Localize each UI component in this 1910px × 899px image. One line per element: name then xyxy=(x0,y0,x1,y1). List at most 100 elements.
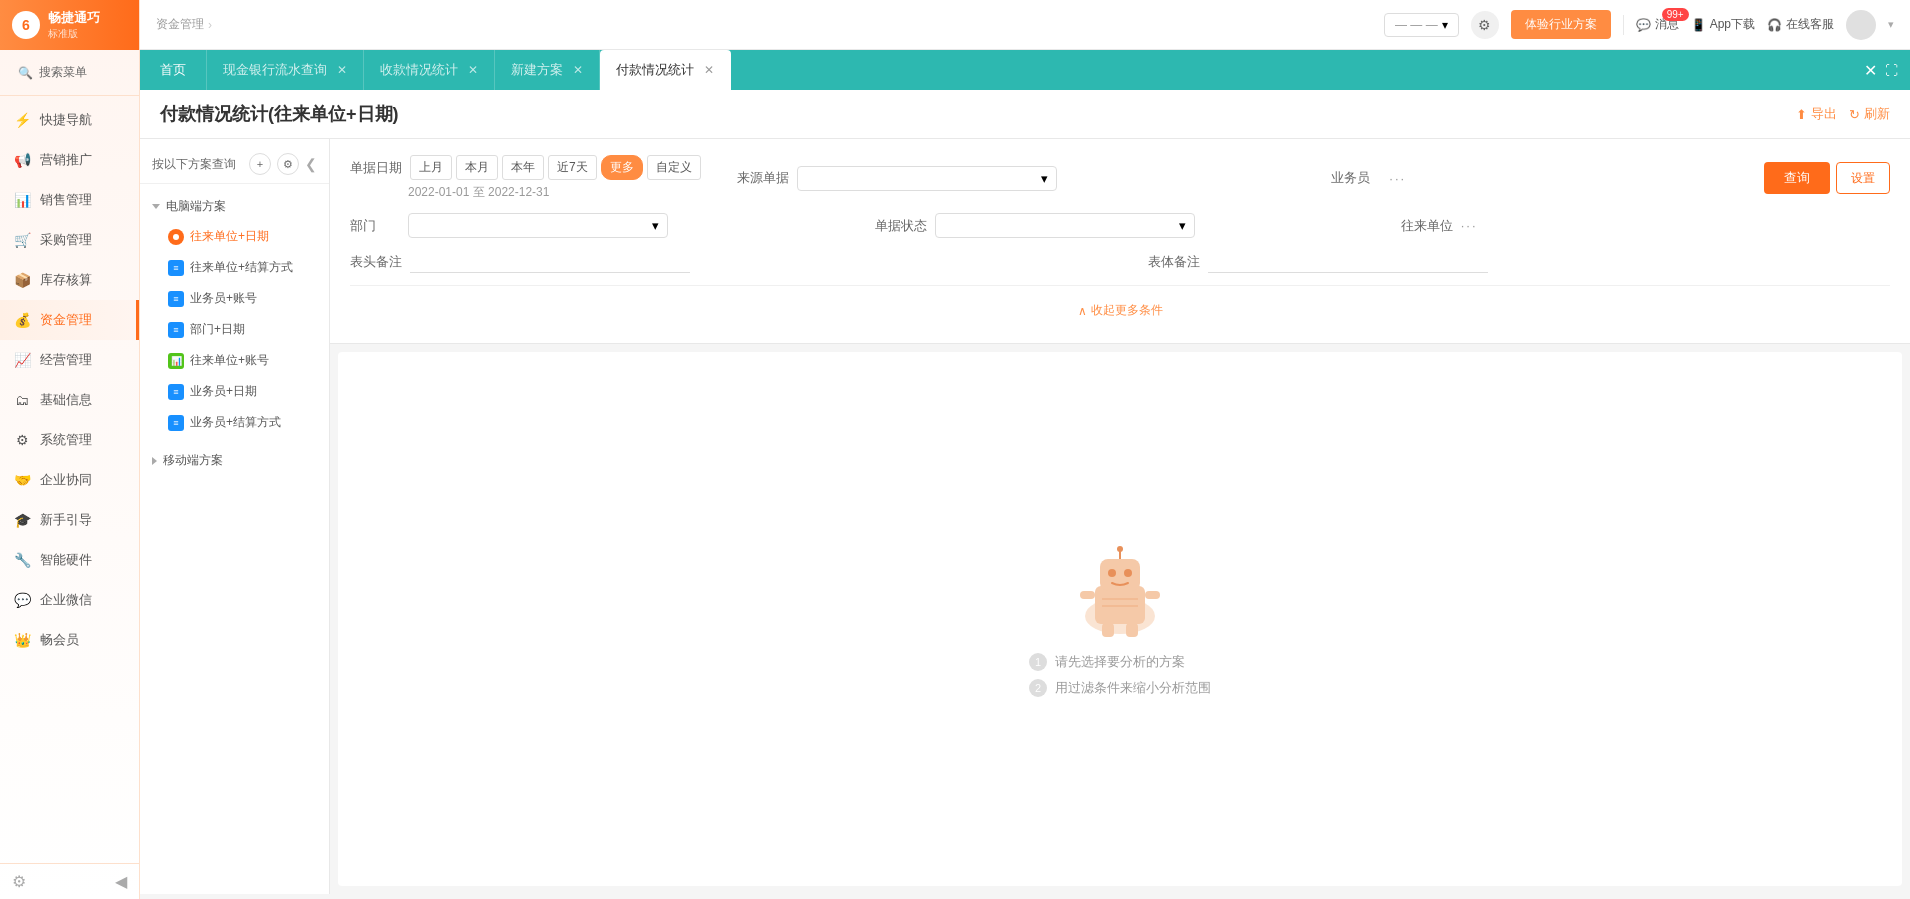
online-service-btn[interactable]: 🎧 在线客服 xyxy=(1767,16,1834,33)
scheme-item-partner-settlement[interactable]: ≡ 往来单位+结算方式 xyxy=(140,252,329,283)
left-panel: 按以下方案查询 + ⚙ ❮ xyxy=(140,139,330,894)
header-note-input[interactable] xyxy=(410,250,690,273)
user-avatar[interactable] xyxy=(1846,10,1876,40)
sidebar-item-label: 快捷导航 xyxy=(40,111,92,129)
tab-payment-stats[interactable]: 付款情况统计 ✕ xyxy=(600,50,731,90)
tab-payment-stats-close[interactable]: ✕ xyxy=(704,63,714,77)
dropdown-button[interactable]: — — — ▾ xyxy=(1384,13,1459,37)
query-button[interactable]: 查询 xyxy=(1764,162,1830,194)
source-select-arrow: ▾ xyxy=(1041,171,1048,186)
sidebar-item-guide[interactable]: 🎓 新手引导 xyxy=(0,500,139,540)
date-btn-7days[interactable]: 近7天 xyxy=(548,155,597,180)
window-close-btn[interactable]: ✕ xyxy=(1864,61,1877,80)
user-dropdown-icon[interactable]: ▾ xyxy=(1888,18,1894,31)
app-download-label: App下载 xyxy=(1710,16,1755,33)
tab-home[interactable]: 首页 xyxy=(140,50,207,90)
svg-rect-10 xyxy=(1126,623,1138,637)
filter-staff-col: 业务员 ··· 查询 设置 xyxy=(1331,162,1890,194)
tab-receivable-close[interactable]: ✕ xyxy=(468,63,478,77)
refresh-btn[interactable]: ↻ 刷新 xyxy=(1849,105,1890,123)
tab-new-scheme[interactable]: 新建方案 ✕ xyxy=(495,50,600,90)
scheme-item-staff-date[interactable]: ≡ 业务员+日期 xyxy=(140,376,329,407)
scheme-item-dept-date[interactable]: ≡ 部门+日期 xyxy=(140,314,329,345)
panel-toolbar-label: 按以下方案查询 xyxy=(152,156,236,173)
collapse-conditions-btn[interactable]: ∧ 收起更多条件 xyxy=(1070,294,1171,327)
svg-point-3 xyxy=(1108,569,1116,577)
date-btn-custom[interactable]: 自定义 xyxy=(647,155,701,180)
filter-dept-col: 部门 ▾ xyxy=(350,213,839,238)
experience-btn[interactable]: 体验行业方案 xyxy=(1511,10,1611,39)
app-download-btn[interactable]: 📱 App下载 xyxy=(1691,16,1755,33)
messages-btn[interactable]: 💬 消息 99+ xyxy=(1636,16,1679,33)
source-select[interactable]: ▾ xyxy=(797,166,1057,191)
sidebar-item-quick-nav[interactable]: ⚡ 快捷导航 xyxy=(0,100,139,140)
date-btn-more[interactable]: 更多 xyxy=(601,155,643,180)
sidebar-item-inventory[interactable]: 📦 库存核算 xyxy=(0,260,139,300)
main-content: 资金管理 › — — — ▾ ⚙ 体验行业方案 💬 消息 99+ 📱 App下载… xyxy=(140,0,1910,899)
sidebar-subtitle: 标准版 xyxy=(48,27,100,41)
sidebar-item-finance[interactable]: 💰 资金管理 xyxy=(0,300,139,340)
partner-more-btn[interactable]: ··· xyxy=(1461,218,1478,233)
scheme-item-staff-account[interactable]: ≡ 业务员+账号 xyxy=(140,283,329,314)
desktop-schemes: 电脑端方案 往来单位+日期 ≡ 往来单位+结算方式 ≡ 业务员+账号 xyxy=(140,188,329,442)
collapse-sidebar-icon[interactable]: ◀ xyxy=(115,872,127,891)
panel-toolbar: 按以下方案查询 + ⚙ ❮ xyxy=(140,149,329,184)
export-btn[interactable]: ⬆ 导出 xyxy=(1796,105,1837,123)
search-menu-item[interactable]: 🔍 搜索菜单 xyxy=(10,58,129,87)
dept-select[interactable]: ▾ xyxy=(408,213,668,238)
tip-num-1: 1 xyxy=(1029,653,1047,671)
sidebar-item-label: 资金管理 xyxy=(40,311,92,329)
sidebar-item-marketing[interactable]: 📢 营销推广 xyxy=(0,140,139,180)
panel-add-btn[interactable]: + xyxy=(249,153,271,175)
quick-nav-icon: ⚡ xyxy=(12,110,32,130)
date-btn-last-month[interactable]: 上月 xyxy=(410,155,452,180)
date-btn-this-month[interactable]: 本月 xyxy=(456,155,498,180)
refresh-label: 刷新 xyxy=(1864,105,1890,123)
panel-toolbar-icons: + ⚙ ❮ xyxy=(249,153,317,175)
scheme-item-staff-settlement[interactable]: ≡ 业务员+结算方式 xyxy=(140,407,329,438)
tab-cash-flow[interactable]: 现金银行流水查询 ✕ xyxy=(207,50,364,90)
scheme-item-partner-account[interactable]: 📊 往来单位+账号 xyxy=(140,345,329,376)
tab-receivable[interactable]: 收款情况统计 ✕ xyxy=(364,50,495,90)
setting-button[interactable]: 设置 xyxy=(1836,162,1890,194)
scheme-item-partner-date[interactable]: 往来单位+日期 xyxy=(140,221,329,252)
sidebar-item-label: 企业协同 xyxy=(40,471,92,489)
sidebar-item-basic-info[interactable]: 🗂 基础信息 xyxy=(0,380,139,420)
staff-more-btn[interactable]: ··· xyxy=(1389,171,1406,186)
settings-gear-icon[interactable]: ⚙ xyxy=(1471,11,1499,39)
panel-settings-btn[interactable]: ⚙ xyxy=(277,153,299,175)
settings-footer-icon[interactable]: ⚙ xyxy=(12,872,26,891)
body-note-input[interactable] xyxy=(1208,250,1488,273)
content-body: 按以下方案查询 + ⚙ ❮ xyxy=(140,139,1910,894)
sidebar-item-label: 新手引导 xyxy=(40,511,92,529)
window-expand-btn[interactable]: ⛶ xyxy=(1885,63,1898,78)
status-select[interactable]: ▾ xyxy=(935,213,1195,238)
filter-source-col: 来源单据 ▾ xyxy=(737,166,1296,191)
scheme-item-label: 业务员+账号 xyxy=(190,290,257,307)
sidebar-item-hardware[interactable]: 🔧 智能硬件 xyxy=(0,540,139,580)
page-header: 付款情况统计(往来单位+日期) ⬆ 导出 ↻ 刷新 xyxy=(140,90,1910,139)
panel-collapse-btn[interactable]: ❮ xyxy=(305,156,317,172)
hardware-icon: 🔧 xyxy=(12,550,32,570)
sidebar-item-system[interactable]: ⚙ 系统管理 xyxy=(0,420,139,460)
sidebar-item-sales[interactable]: 📊 销售管理 xyxy=(0,180,139,220)
sidebar-item-member[interactable]: 👑 畅会员 xyxy=(0,620,139,660)
sidebar-item-enterprise[interactable]: 🤝 企业协同 xyxy=(0,460,139,500)
topbar: 资金管理 › — — — ▾ ⚙ 体验行业方案 💬 消息 99+ 📱 App下载… xyxy=(140,0,1910,50)
date-btn-this-year[interactable]: 本年 xyxy=(502,155,544,180)
svg-rect-8 xyxy=(1145,591,1160,599)
sidebar-footer: ⚙ ◀ xyxy=(0,863,139,899)
sidebar-title: 畅捷通巧 xyxy=(48,9,100,27)
body-note-label: 表体备注 xyxy=(1148,253,1200,271)
tab-new-scheme-close[interactable]: ✕ xyxy=(573,63,583,77)
tab-cash-flow-close[interactable]: ✕ xyxy=(337,63,347,77)
online-service-label: 在线客服 xyxy=(1786,16,1834,33)
desktop-section-header[interactable]: 电脑端方案 xyxy=(140,192,329,221)
mobile-section-header[interactable]: 移动端方案 xyxy=(140,446,329,475)
marketing-icon: 📢 xyxy=(12,150,32,170)
sidebar-item-operations[interactable]: 📈 经营管理 xyxy=(0,340,139,380)
sidebar-item-purchase[interactable]: 🛒 采购管理 xyxy=(0,220,139,260)
chart-scheme-icon: 📊 xyxy=(168,353,184,369)
sidebar-item-wechat[interactable]: 💬 企业微信 xyxy=(0,580,139,620)
sidebar-search-section: 🔍 搜索菜单 xyxy=(0,50,139,96)
